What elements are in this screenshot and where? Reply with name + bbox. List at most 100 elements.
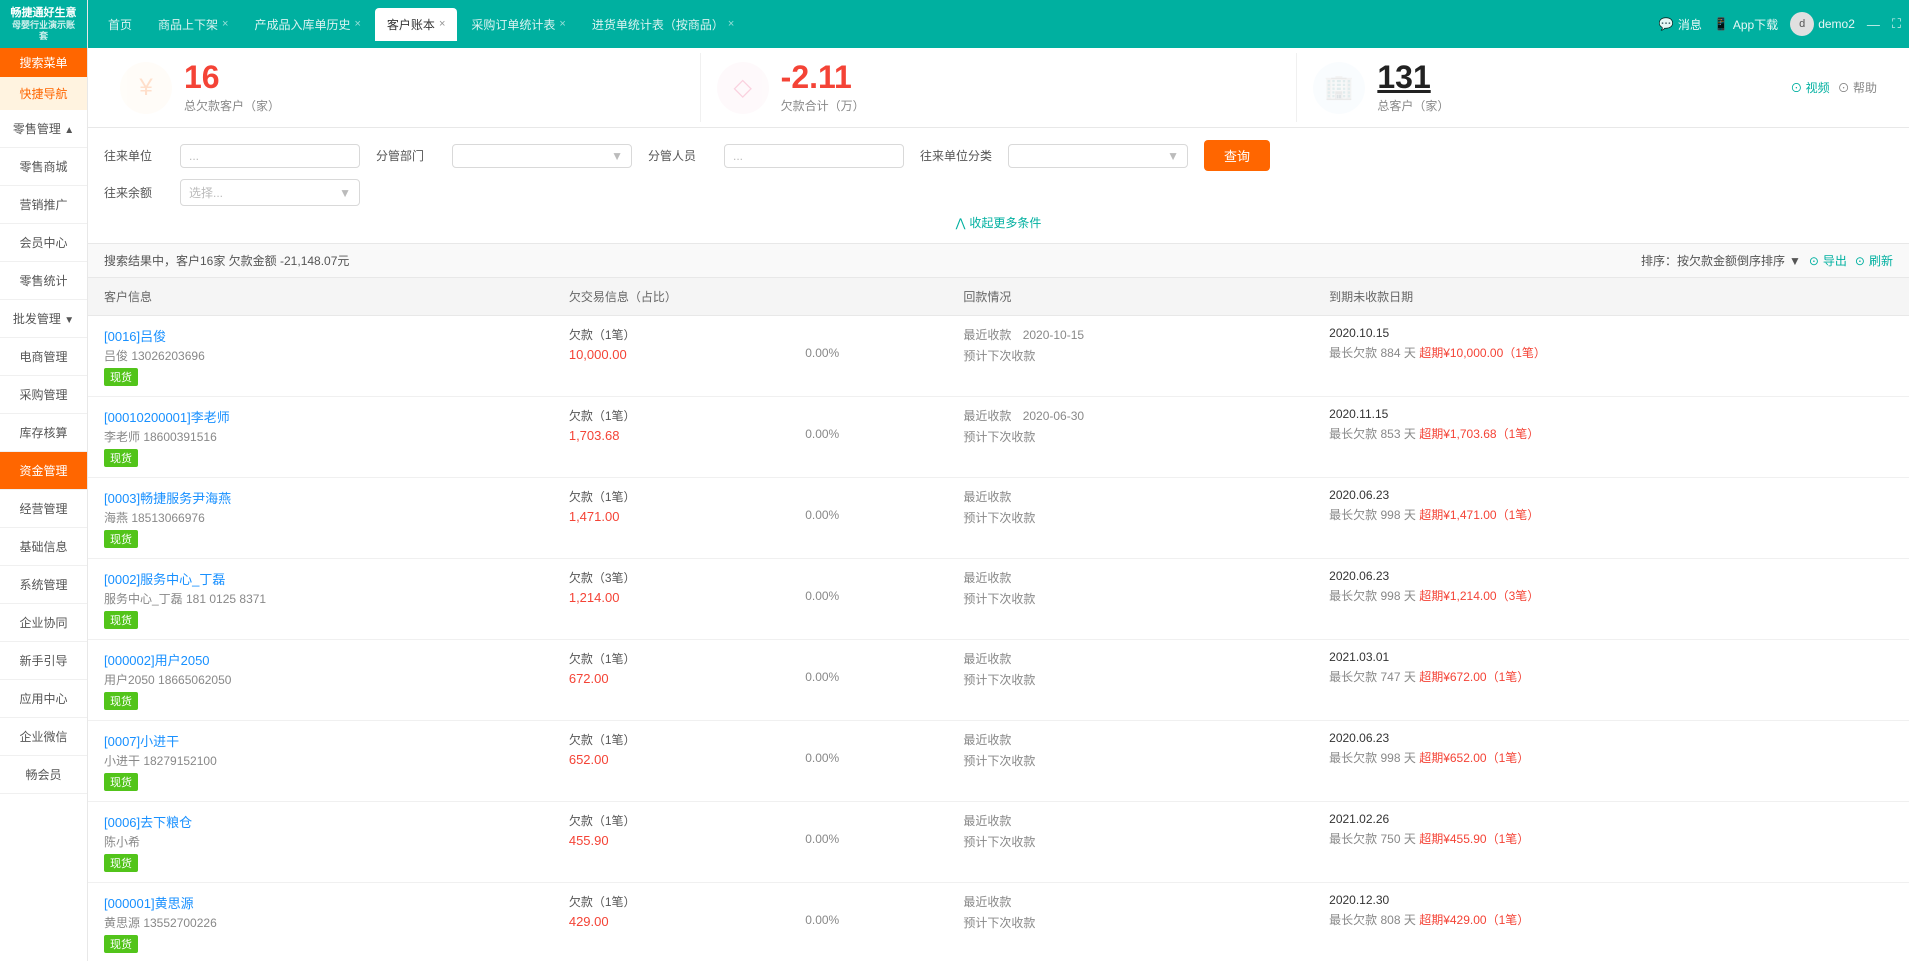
debt-customers-label: 总欠款客户（家）	[184, 97, 280, 114]
refresh-button[interactable]: ⊙ 刷新	[1855, 252, 1893, 269]
supplier-input-dots: ...	[189, 149, 199, 163]
sort-dropdown[interactable]: 排序：按欠款金额倒序排序 ▼	[1641, 252, 1801, 269]
sidebar-item-vip-member[interactable]: 畅会员	[0, 756, 87, 794]
sidebar-item-batch-mgmt[interactable]: 批发管理 ▼	[0, 300, 87, 338]
debt-percent-cell: 0.00%	[789, 316, 947, 397]
result-actions: 排序：按欠款金额倒序排序 ▼ ⊙ 导出 ⊙ 刷新	[1641, 252, 1893, 269]
tab-product-shelf[interactable]: 商品上下架 ×	[146, 8, 240, 41]
department-select[interactable]: ▼	[452, 144, 632, 168]
sidebar-item-enterprise-wechat[interactable]: 企业微信	[0, 718, 87, 756]
customer-name-link[interactable]: [0007]小进干	[104, 731, 537, 750]
help-button[interactable]: ⊙ 帮助	[1838, 79, 1877, 96]
balance-label: 往来余额	[104, 184, 164, 201]
sidebar-item-marketing[interactable]: 营销推广	[0, 186, 87, 224]
sidebar-item-new-guide[interactable]: 新手引导	[0, 642, 87, 680]
close-icon[interactable]: ×	[559, 18, 565, 30]
table-row: [00010200001]李老师 李老师 18600391516 现货 欠款（1…	[88, 397, 1909, 478]
close-icon[interactable]: ×	[354, 18, 360, 30]
overdue-days: 最长欠款 853 天	[1329, 427, 1419, 441]
category-select[interactable]: ▼	[1008, 144, 1188, 168]
customer-name-link[interactable]: [0006]去下粮仓	[104, 812, 537, 831]
tab-bar: 首页 商品上下架 × 产成品入库单历史 × 客户账本 × 采购订单统计表 ×	[96, 8, 1651, 41]
customer-contact: 用户2050 18665062050	[104, 671, 537, 688]
overdue-amount[interactable]: 超期¥10,000.00（1笔）	[1419, 346, 1546, 360]
customer-info-cell: [0003]畅捷服务尹海燕 海燕 18513066976 现货	[88, 478, 553, 559]
user-button[interactable]: d demo2	[1790, 12, 1855, 36]
due-date-cell: 2021.03.01 最长欠款 747 天 超期¥672.00（1笔）	[1313, 640, 1909, 721]
sidebar-item-system-mgmt[interactable]: 系统管理	[0, 566, 87, 604]
sidebar-item-retail-mgmt[interactable]: 零售管理 ▲	[0, 110, 87, 148]
close-icon[interactable]: ×	[439, 18, 445, 30]
message-button[interactable]: 💬 消息	[1659, 16, 1702, 33]
tab-production-history[interactable]: 产成品入库单历史 ×	[242, 8, 372, 41]
tab-purchase-order-stat[interactable]: 采购订单统计表 ×	[459, 8, 577, 41]
overdue-amount[interactable]: 超期¥1,703.68（1笔）	[1419, 427, 1539, 441]
next-collection-label: 预计下次收款	[963, 349, 1035, 363]
col-debt-info: 欠交易信息（占比）	[553, 278, 947, 316]
balance-placeholder: 选择...	[189, 184, 335, 201]
debt-info-cell: 欠款（1笔） 10,000.00	[553, 316, 789, 397]
sidebar-search[interactable]: 搜索菜单	[0, 48, 87, 77]
customer-tag: 现货	[104, 449, 138, 467]
debt-amount-number: -2.11	[781, 61, 865, 93]
sidebar-item-app-center[interactable]: 应用中心	[0, 680, 87, 718]
overdue-days: 最长欠款 747 天	[1329, 670, 1419, 684]
tab-purchase-stat-product[interactable]: 进货单统计表（按商品） ×	[580, 8, 746, 41]
overdue-amount[interactable]: 超期¥652.00（1笔）	[1419, 751, 1529, 765]
next-collection-label: 预计下次收款	[963, 754, 1035, 768]
sidebar-item-ecommerce[interactable]: 电商管理	[0, 338, 87, 376]
collection-label: 最近收款	[963, 733, 1011, 747]
customer-name-link[interactable]: [0016]吕俊	[104, 326, 537, 345]
sidebar-item-retail-mall[interactable]: 零售商城	[0, 148, 87, 186]
minimize-icon[interactable]: —	[1867, 17, 1880, 32]
customer-contact: 小进干 18279152100	[104, 752, 537, 769]
last-collection: 最近收款 2020-06-30	[963, 407, 1297, 424]
export-button[interactable]: ⊙ 导出	[1809, 252, 1847, 269]
due-date-cell: 2020.06.23 最长欠款 998 天 超期¥652.00（1笔）	[1313, 721, 1909, 802]
balance-select[interactable]: 选择... ▼	[180, 179, 360, 206]
sidebar-item-retail-stats[interactable]: 零售统计	[0, 262, 87, 300]
sidebar-item-inventory[interactable]: 库存核算	[0, 414, 87, 452]
sidebar-item-enterprise-collab[interactable]: 企业协同	[0, 604, 87, 642]
customer-name-link[interactable]: [000002]用户2050	[104, 650, 537, 669]
chevron-down-icon: ▼	[1789, 254, 1801, 268]
customer-name-link[interactable]: [000001]黄思源	[104, 893, 537, 912]
sidebar-item-basic-info[interactable]: 基础信息	[0, 528, 87, 566]
tab-home[interactable]: 首页	[96, 8, 144, 41]
sidebar-item-operations[interactable]: 经营管理	[0, 490, 87, 528]
overdue-info: 最长欠款 808 天 超期¥429.00（1笔）	[1329, 911, 1893, 928]
person-input[interactable]: ...	[724, 144, 904, 168]
tab-customer-account[interactable]: 客户账本 ×	[375, 8, 457, 41]
overdue-amount[interactable]: 超期¥1,471.00（1笔）	[1419, 508, 1539, 522]
overdue-days: 最长欠款 750 天	[1329, 832, 1419, 846]
app-download-button[interactable]: 📱 App下载	[1714, 16, 1778, 33]
supplier-input[interactable]: ...	[180, 144, 360, 168]
close-icon[interactable]: ×	[222, 18, 228, 30]
query-button[interactable]: 查询	[1204, 140, 1270, 171]
customer-name-link[interactable]: [0003]畅捷服务尹海燕	[104, 488, 537, 507]
sidebar-item-member-center[interactable]: 会员中心	[0, 224, 87, 262]
maximize-icon[interactable]: ⛶	[1892, 16, 1901, 32]
due-date-cell: 2020.11.15 最长欠款 853 天 超期¥1,703.68（1笔）	[1313, 397, 1909, 478]
next-collection: 预计下次收款	[963, 590, 1297, 607]
sidebar-item-purchase-mgmt[interactable]: 采购管理	[0, 376, 87, 414]
next-collection-label: 预计下次收款	[963, 430, 1035, 444]
sidebar-quick-nav[interactable]: 快捷导航	[0, 77, 87, 110]
overdue-amount[interactable]: 超期¥455.90（1笔）	[1419, 832, 1529, 846]
due-date: 2021.02.26	[1329, 812, 1893, 826]
overdue-amount[interactable]: 超期¥1,214.00（3笔）	[1419, 589, 1539, 603]
overdue-amount[interactable]: 超期¥672.00（1笔）	[1419, 670, 1529, 684]
customer-name-link[interactable]: [00010200001]李老师	[104, 407, 537, 426]
overdue-amount[interactable]: 超期¥429.00（1笔）	[1419, 913, 1529, 927]
video-button[interactable]: ⊙ 视频	[1790, 79, 1829, 96]
close-icon[interactable]: ×	[728, 18, 734, 30]
collection-label: 最近收款	[963, 571, 1011, 585]
sidebar-item-finance[interactable]: 资金管理	[0, 452, 87, 490]
debt-percent-cell: 0.00%	[789, 478, 947, 559]
debt-count: 欠款（1笔）	[569, 812, 773, 829]
category-label: 往来单位分类	[920, 147, 992, 164]
customer-name-link[interactable]: [0002]服务中心_丁磊	[104, 569, 537, 588]
info-cards-bar: ¥ 16 总欠款客户（家） ◇ -2.11 欠款合计（万） 🏢 131 总客户（…	[88, 48, 1909, 128]
customer-tag: 现货	[104, 854, 138, 872]
collapse-row[interactable]: ⋀ 收起更多条件	[104, 214, 1893, 231]
